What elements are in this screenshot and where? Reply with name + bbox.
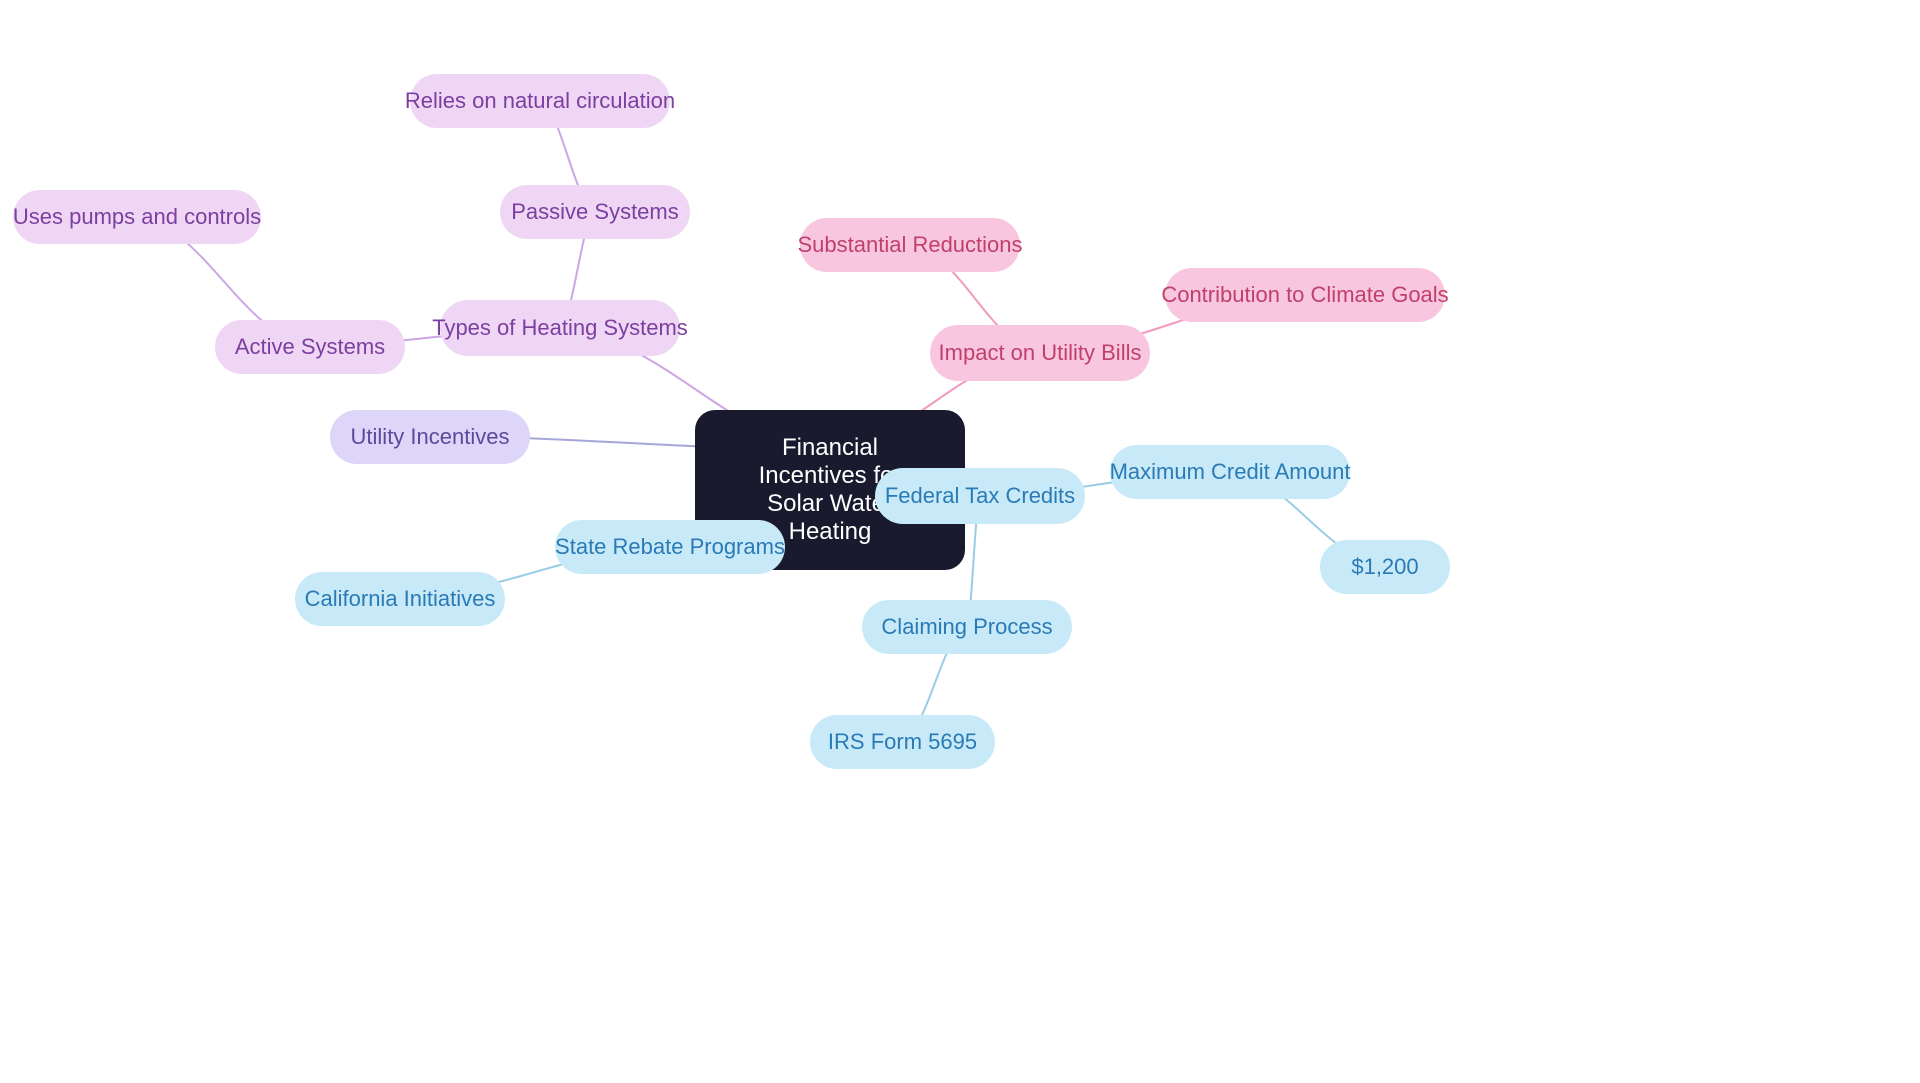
node-claiming_process[interactable]: Claiming Process: [862, 600, 1072, 654]
node-relies_on_natural[interactable]: Relies on natural circulation: [410, 74, 670, 128]
node-substantial_reductions[interactable]: Substantial Reductions: [800, 218, 1020, 272]
node-max_credit[interactable]: Maximum Credit Amount: [1110, 445, 1350, 499]
node-amount_1200[interactable]: $1,200: [1320, 540, 1450, 594]
node-contribution_climate[interactable]: Contribution to Climate Goals: [1165, 268, 1445, 322]
node-impact_utility[interactable]: Impact on Utility Bills: [930, 325, 1150, 381]
node-types_of_heating[interactable]: Types of Heating Systems: [440, 300, 680, 356]
node-utility_incentives[interactable]: Utility Incentives: [330, 410, 530, 464]
node-federal_tax[interactable]: Federal Tax Credits: [875, 468, 1085, 524]
node-active_systems[interactable]: Active Systems: [215, 320, 405, 374]
node-state_rebate[interactable]: State Rebate Programs: [555, 520, 785, 574]
node-california_initiatives[interactable]: California Initiatives: [295, 572, 505, 626]
node-irs_form[interactable]: IRS Form 5695: [810, 715, 995, 769]
node-passive_systems[interactable]: Passive Systems: [500, 185, 690, 239]
node-uses_pumps[interactable]: Uses pumps and controls: [13, 190, 261, 244]
mindmap-container: Financial Incentives for Solar Water Hea…: [0, 0, 1920, 1083]
